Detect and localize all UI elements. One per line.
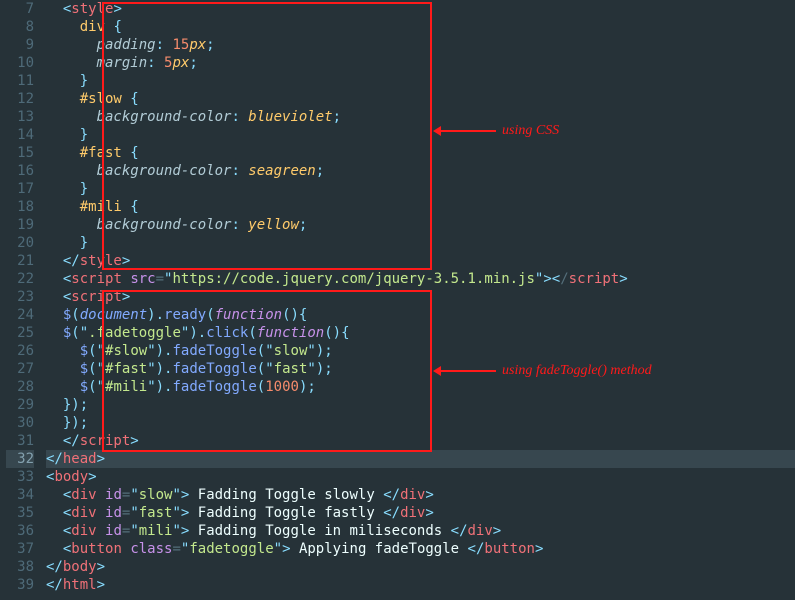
code-line[interactable]: }: [46, 180, 795, 198]
code-line[interactable]: background-color: yellow;: [46, 216, 795, 234]
code-line[interactable]: $("#mili").fadeToggle(1000);: [46, 378, 795, 396]
annotation-arrow-fadetoggle: [436, 370, 496, 372]
line-number: 8: [6, 18, 34, 36]
code-line[interactable]: });: [46, 414, 795, 432]
line-number: 15: [6, 144, 34, 162]
line-number: 27: [6, 360, 34, 378]
code-line[interactable]: padding: 15px;: [46, 36, 795, 54]
annotation-label-css: using CSS: [502, 122, 559, 140]
line-number: 34: [6, 486, 34, 504]
line-number: 22: [6, 270, 34, 288]
code-line[interactable]: #slow {: [46, 90, 795, 108]
line-number: 28: [6, 378, 34, 396]
code-line[interactable]: $("#fast").fadeToggle("fast");: [46, 360, 795, 378]
line-number: 31: [6, 432, 34, 450]
line-number-gutter: 7891011121314151617181920212223242526272…: [0, 0, 44, 600]
code-line[interactable]: <body>: [46, 468, 795, 486]
line-number: 20: [6, 234, 34, 252]
line-number: 17: [6, 180, 34, 198]
line-number: 12: [6, 90, 34, 108]
line-number: 37: [6, 540, 34, 558]
code-line[interactable]: <div id="mili"> Fadding Toggle in milise…: [46, 522, 795, 540]
code-line[interactable]: </body>: [46, 558, 795, 576]
code-line[interactable]: </html>: [46, 576, 795, 594]
line-number: 9: [6, 36, 34, 54]
line-number: 30: [6, 414, 34, 432]
line-number: 39: [6, 576, 34, 594]
code-line[interactable]: }: [46, 72, 795, 90]
code-line[interactable]: }: [46, 126, 795, 144]
line-number: 24: [6, 306, 34, 324]
line-number: 7: [6, 0, 34, 18]
code-line[interactable]: </script>: [46, 432, 795, 450]
code-line[interactable]: <div id="fast"> Fadding Toggle fastly </…: [46, 504, 795, 522]
code-line[interactable]: $(document).ready(function(){: [46, 306, 795, 324]
line-number: 21: [6, 252, 34, 270]
code-line[interactable]: <div id="slow"> Fadding Toggle slowly </…: [46, 486, 795, 504]
code-line[interactable]: </head>: [46, 450, 795, 468]
line-number: 16: [6, 162, 34, 180]
code-line[interactable]: div {: [46, 18, 795, 36]
code-line[interactable]: });: [46, 396, 795, 414]
code-line[interactable]: $("#slow").fadeToggle("slow");: [46, 342, 795, 360]
code-line[interactable]: <button class="fadetoggle"> Applying fad…: [46, 540, 795, 558]
line-number: 14: [6, 126, 34, 144]
code-line[interactable]: margin: 5px;: [46, 54, 795, 72]
line-number: 11: [6, 72, 34, 90]
line-number: 26: [6, 342, 34, 360]
code-line[interactable]: <style>: [46, 0, 795, 18]
line-number: 13: [6, 108, 34, 126]
code-line[interactable]: <script src="https://code.jquery.com/jqu…: [46, 270, 795, 288]
line-number: 33: [6, 468, 34, 486]
code-line[interactable]: </style>: [46, 252, 795, 270]
code-line[interactable]: $(".fadetoggle").click(function(){: [46, 324, 795, 342]
line-number: 36: [6, 522, 34, 540]
line-number: 19: [6, 216, 34, 234]
line-number: 38: [6, 558, 34, 576]
line-number: 35: [6, 504, 34, 522]
code-line[interactable]: <script>: [46, 288, 795, 306]
line-number: 10: [6, 54, 34, 72]
line-number: 18: [6, 198, 34, 216]
annotation-arrow-css: [436, 130, 496, 132]
code-line[interactable]: background-color: blueviolet;: [46, 108, 795, 126]
code-line[interactable]: #mili {: [46, 198, 795, 216]
line-number: 29: [6, 396, 34, 414]
code-editor[interactable]: 7891011121314151617181920212223242526272…: [0, 0, 795, 600]
line-number: 32: [6, 450, 34, 468]
line-number: 25: [6, 324, 34, 342]
code-line[interactable]: #fast {: [46, 144, 795, 162]
code-area[interactable]: using CSS using fadeToggle() method <sty…: [44, 0, 795, 600]
line-number: 23: [6, 288, 34, 306]
annotation-label-fadetoggle: using fadeToggle() method: [502, 362, 652, 380]
code-line[interactable]: }: [46, 234, 795, 252]
code-line[interactable]: background-color: seagreen;: [46, 162, 795, 180]
